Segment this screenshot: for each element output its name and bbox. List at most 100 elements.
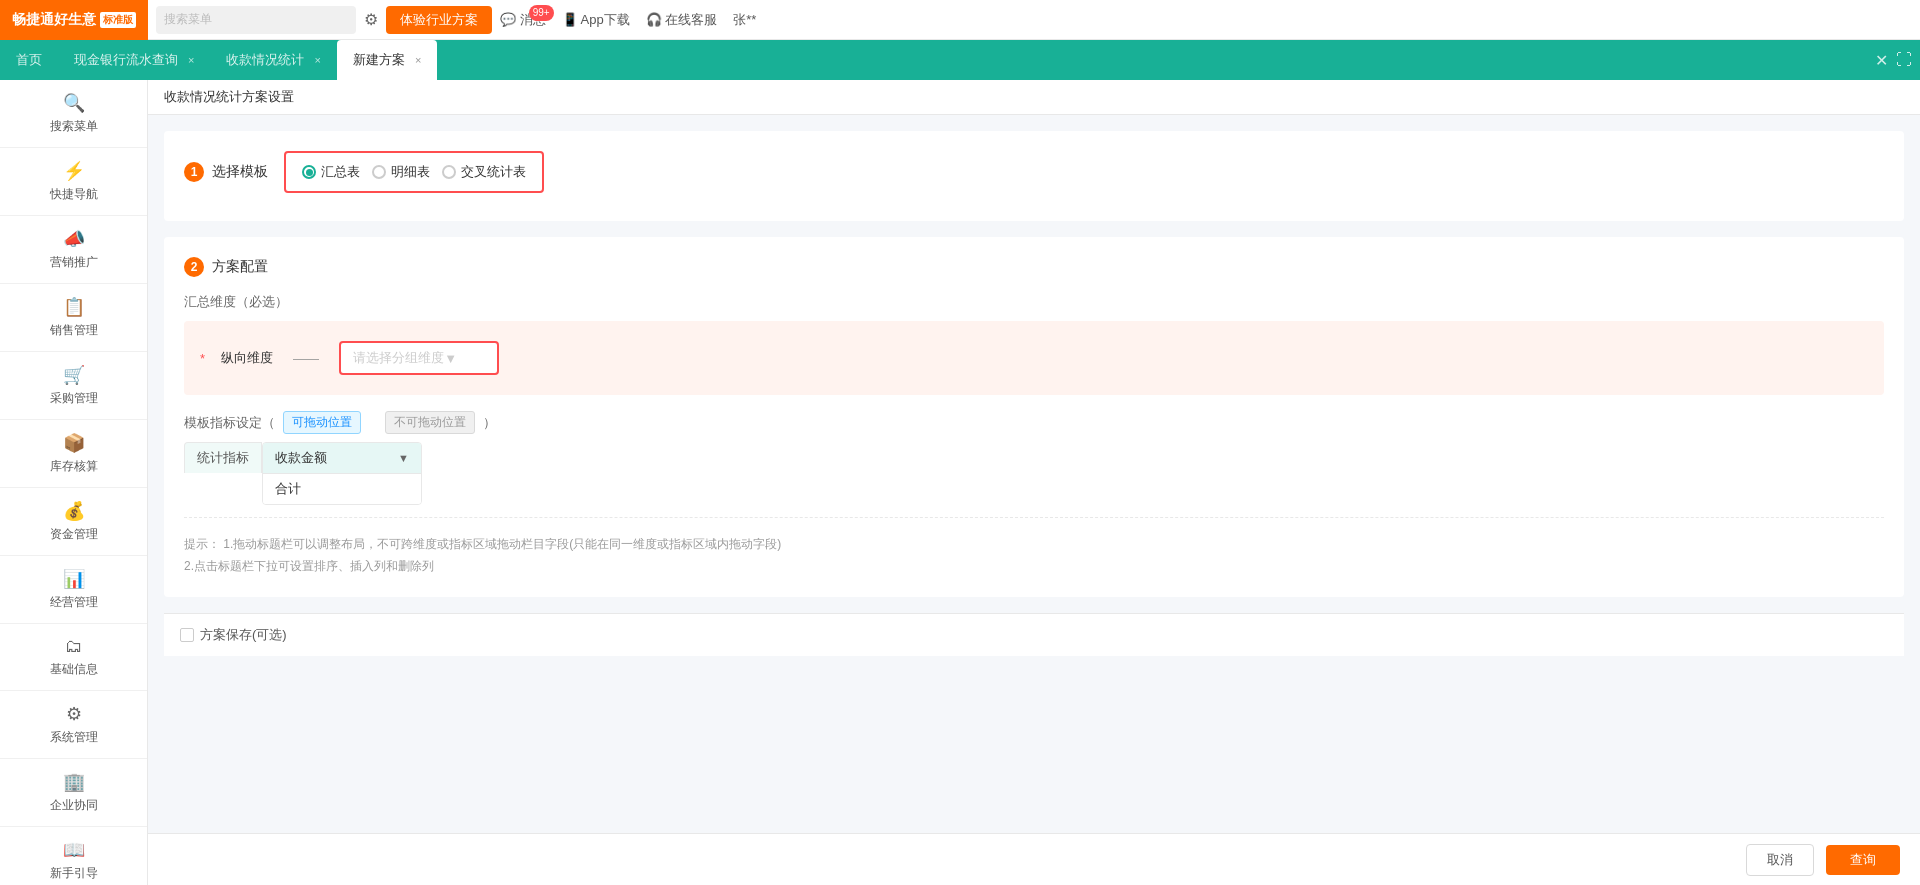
sidebar-item-sales[interactable]: 📋 销售管理 [0, 284, 147, 352]
query-button[interactable]: 查询 [1826, 845, 1900, 875]
sidebar-item-search[interactable]: 🔍 搜索菜单 [0, 80, 147, 148]
cancel-button[interactable]: 取消 [1746, 844, 1814, 876]
metric-dropdown-icon[interactable]: ▼ [398, 452, 409, 464]
radio-summary[interactable]: 汇总表 [302, 163, 360, 181]
radio-detail[interactable]: 明细表 [372, 163, 430, 181]
sidebar-item-marketing[interactable]: 📣 营销推广 [0, 216, 147, 284]
save-checkbox-wrap[interactable]: 方案保存(可选) [180, 626, 287, 644]
sidebar-item-inventory[interactable]: 📦 库存核算 [0, 420, 147, 488]
logo: 畅捷通好生意 标准版 [0, 0, 148, 40]
sidebar-item-guide[interactable]: 📖 新手引导 [0, 827, 147, 885]
top-right-actions: 💬 消息 99+ 📱 App下载 🎧 在线客服 张** [500, 11, 756, 29]
sidebar-item-basic-info[interactable]: 🗂 基础信息 [0, 624, 147, 691]
section-divider [184, 517, 1884, 518]
tab-new-plan-close[interactable]: × [415, 54, 421, 66]
logo-text: 畅捷通好生意 [12, 11, 96, 29]
sidebar: 🔍 搜索菜单 ⚡ 快捷导航 📣 营销推广 📋 销售管理 🛒 采购管理 📦 库存核… [0, 80, 148, 885]
tab-cash-flow[interactable]: 现金银行流水查询 × [58, 40, 210, 80]
radio-cross[interactable]: 交叉统计表 [442, 163, 526, 181]
tab-receipt-stats-close[interactable]: × [314, 54, 320, 66]
radio-summary-label: 汇总表 [321, 163, 360, 181]
template-options: 汇总表 明细表 交叉统计表 [284, 151, 544, 193]
step1-label: 选择模板 [212, 163, 268, 181]
tab-home-label: 首页 [16, 51, 42, 69]
window-expand-icon[interactable]: ⛶ [1896, 51, 1912, 69]
search-sidebar-icon: 🔍 [63, 92, 85, 114]
metric-setting-label: 模板指标设定（ 可拖动位置 不可拖动位置 ） [184, 411, 1884, 434]
select-dropdown-icon: ▼ [444, 351, 457, 366]
dimension-select[interactable]: 请选择分组维度 ▼ [339, 341, 499, 375]
marketing-icon: 📣 [63, 228, 85, 250]
sidebar-item-marketing-label: 营销推广 [50, 254, 98, 271]
finance-icon: 💰 [63, 500, 85, 522]
purchase-icon: 🛒 [63, 364, 85, 386]
radio-detail-label: 明细表 [391, 163, 430, 181]
online-service[interactable]: 🎧 在线客服 [646, 11, 718, 29]
metric-table: 收款金额 ▼ 合计 [262, 442, 422, 505]
download-icon: 📱 [562, 12, 578, 27]
sidebar-item-operations-label: 经营管理 [50, 594, 98, 611]
search-bar[interactable]: 搜索菜单 [156, 6, 356, 34]
metric-table-cell: 合计 [263, 474, 421, 504]
save-checkbox[interactable] [180, 628, 194, 642]
sidebar-item-purchase-label: 采购管理 [50, 390, 98, 407]
radio-cross-dot [442, 165, 456, 179]
required-mark: * [200, 351, 205, 366]
sidebar-item-finance[interactable]: 💰 资金管理 [0, 488, 147, 556]
sidebar-item-quick-nav[interactable]: ⚡ 快捷导航 [0, 148, 147, 216]
sidebar-item-purchase[interactable]: 🛒 采购管理 [0, 352, 147, 420]
gear-icon[interactable]: ⚙ [364, 10, 378, 29]
sidebar-item-finance-label: 资金管理 [50, 526, 98, 543]
window-close-icon[interactable]: ✕ [1875, 51, 1888, 70]
system-icon: ⚙ [66, 703, 82, 725]
metric-group-label: 统计指标 [184, 442, 262, 473]
basic-info-icon: 🗂 [65, 636, 83, 657]
content-body: 1 选择模板 汇总表 明细表 交叉统计表 [148, 115, 1920, 833]
metric-setting-prefix: 模板指标设定（ [184, 414, 275, 432]
search-placeholder: 搜索菜单 [164, 11, 212, 28]
step2-label: 方案配置 [212, 258, 268, 276]
step2-num: 2 [184, 257, 204, 277]
message-badge: 99+ [529, 5, 554, 21]
step1-row: 1 选择模板 汇总表 明细表 交叉统计表 [184, 151, 1884, 193]
tab-cash-flow-label: 现金银行流水查询 [74, 51, 178, 69]
guide-icon: 📖 [63, 839, 85, 861]
download-label: App下载 [581, 12, 630, 27]
message-icon: 💬 [500, 12, 516, 27]
metric-col-header-text: 收款金额 [275, 449, 327, 467]
sidebar-item-guide-label: 新手引导 [50, 865, 98, 882]
sidebar-item-system[interactable]: ⚙ 系统管理 [0, 691, 147, 759]
page-title: 收款情况统计方案设置 [148, 80, 1920, 115]
quick-nav-icon: ⚡ [63, 160, 85, 182]
sidebar-item-inventory-label: 库存核算 [50, 458, 98, 475]
tab-receipt-stats[interactable]: 收款情况统计 × [210, 40, 336, 80]
tip-2: 2.点击标题栏下拉可设置排序、插入列和删除列 [184, 556, 1884, 578]
sidebar-item-enterprise[interactable]: 🏢 企业协同 [0, 759, 147, 827]
metric-table-header[interactable]: 收款金额 ▼ [263, 443, 421, 474]
tab-home[interactable]: 首页 [0, 40, 58, 80]
radio-detail-dot [372, 165, 386, 179]
operations-icon: 📊 [63, 568, 85, 590]
save-section: 方案保存(可选) [164, 613, 1904, 656]
tab-cash-flow-close[interactable]: × [188, 54, 194, 66]
non-draggable-tag: 不可拖动位置 [385, 411, 475, 434]
tab-new-plan[interactable]: 新建方案 × [337, 40, 437, 80]
service-icon: 🎧 [646, 12, 662, 27]
app-download[interactable]: 📱 App下载 [562, 11, 630, 29]
user-name[interactable]: 张** [733, 11, 756, 29]
service-label: 在线客服 [665, 12, 717, 27]
main-layout: 🔍 搜索菜单 ⚡ 快捷导航 📣 营销推广 📋 销售管理 🛒 采购管理 📦 库存核… [0, 80, 1920, 885]
step1-num: 1 [184, 162, 204, 182]
sidebar-item-operations[interactable]: 📊 经营管理 [0, 556, 147, 624]
radio-summary-dot [302, 165, 316, 179]
sidebar-item-enterprise-label: 企业协同 [50, 797, 98, 814]
metric-group-column: 统计指标 [184, 442, 262, 505]
dimension-section-label: 汇总维度（必选） [184, 293, 1884, 311]
logo-badge: 标准版 [100, 12, 136, 28]
message-area[interactable]: 💬 消息 99+ [500, 11, 546, 29]
trial-button[interactable]: 体验行业方案 [386, 6, 492, 34]
vertical-dim-label: 纵向维度 [221, 349, 273, 367]
sidebar-item-basic-info-label: 基础信息 [50, 661, 98, 678]
metric-table-wrapper: 统计指标 收款金额 ▼ 合计 [184, 442, 1884, 505]
inventory-icon: 📦 [63, 432, 85, 454]
